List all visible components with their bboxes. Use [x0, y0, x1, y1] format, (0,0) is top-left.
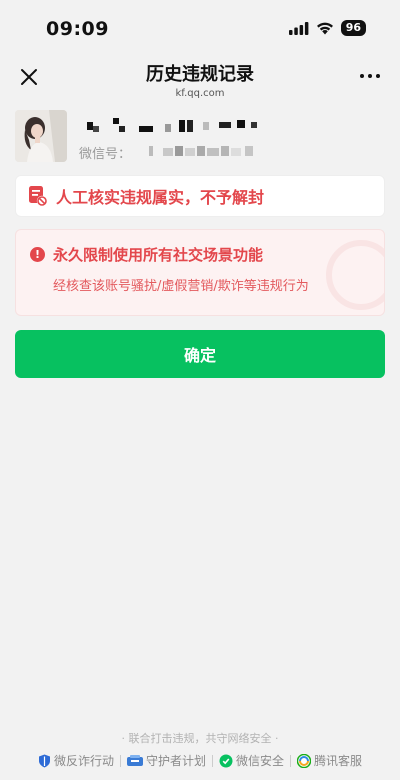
status-bar: 09:09 96: [0, 0, 400, 58]
penalty-header: ! 永久限制使用所有社交场景功能: [30, 244, 263, 265]
status-icons: 96: [288, 20, 366, 36]
notice-text: 人工核实违规属实，不予解封: [56, 188, 265, 207]
footer-link-label: 腾讯客服: [314, 754, 363, 768]
wechat-id-label: 微信号：: [79, 147, 132, 162]
guardian-icon: [126, 754, 143, 766]
screen: 09:09 96 历史违规记录 kf.qq.com 微信号： 人工核实违规属实，…: [0, 0, 400, 780]
status-time: 09:09: [46, 18, 109, 40]
name-mosaic: [87, 118, 257, 132]
page-domain: kf.qq.com: [175, 88, 225, 99]
verification-notice: 人工核实违规属实，不予解封: [15, 175, 385, 217]
more-dot-icon: [360, 74, 364, 78]
more-menu-button[interactable]: [360, 74, 380, 78]
footer-divider: [212, 754, 213, 767]
confirm-button[interactable]: 确定: [15, 330, 385, 378]
footer-link-tencent-service[interactable]: 腾讯客服: [297, 752, 362, 769]
more-dot-icon: [368, 74, 372, 78]
penalty-card: ! 永久限制使用所有社交场景功能 经核查该账号骚扰/虚假营销/欺诈等违规行为: [15, 229, 385, 316]
footer-slogan: · 联合打击违规，共守网络安全 ·: [121, 732, 279, 745]
footer-divider: [119, 754, 121, 767]
footer-link-label: 微信安全: [236, 754, 285, 768]
tencent-icon: [297, 753, 312, 768]
page-title: 历史违规记录: [146, 64, 254, 85]
nav-title-group: 历史违规记录 kf.qq.com: [0, 60, 400, 99]
avatar: [15, 110, 67, 162]
footer-link-label: 守护者计划: [145, 754, 206, 768]
signal-icon: [288, 21, 309, 35]
shield-icon: [38, 754, 50, 767]
nav-bar: 历史违规记录 kf.qq.com: [0, 58, 400, 100]
watermark-decoration: [326, 240, 384, 310]
footer-link-guardian[interactable]: 守护者计划: [126, 752, 206, 769]
document-ban-icon: [29, 186, 48, 207]
footer-links: 微反诈行动 守护者计划 微信安全 腾讯客服: [0, 752, 400, 769]
footer-divider: [290, 754, 292, 767]
penalty-title: 永久限制使用所有社交场景功能: [53, 246, 264, 264]
footer-link-wechat-security[interactable]: 微信安全: [219, 752, 284, 769]
footer-link-anti-fraud[interactable]: 微反诈行动: [38, 752, 114, 769]
wechat-icon: [219, 754, 233, 767]
wechat-id-mosaic: [149, 146, 253, 156]
wifi-icon: [316, 22, 333, 34]
penalty-description: 经核查该账号骚扰/虚假营销/欺诈等违规行为: [53, 279, 309, 294]
more-dot-icon: [376, 74, 380, 78]
profile-section: 微信号：: [15, 110, 385, 165]
footer-link-label: 微反诈行动: [53, 754, 114, 768]
battery-indicator: 96: [340, 20, 366, 36]
avatar-image: [15, 110, 67, 162]
warning-icon: !: [30, 247, 45, 262]
